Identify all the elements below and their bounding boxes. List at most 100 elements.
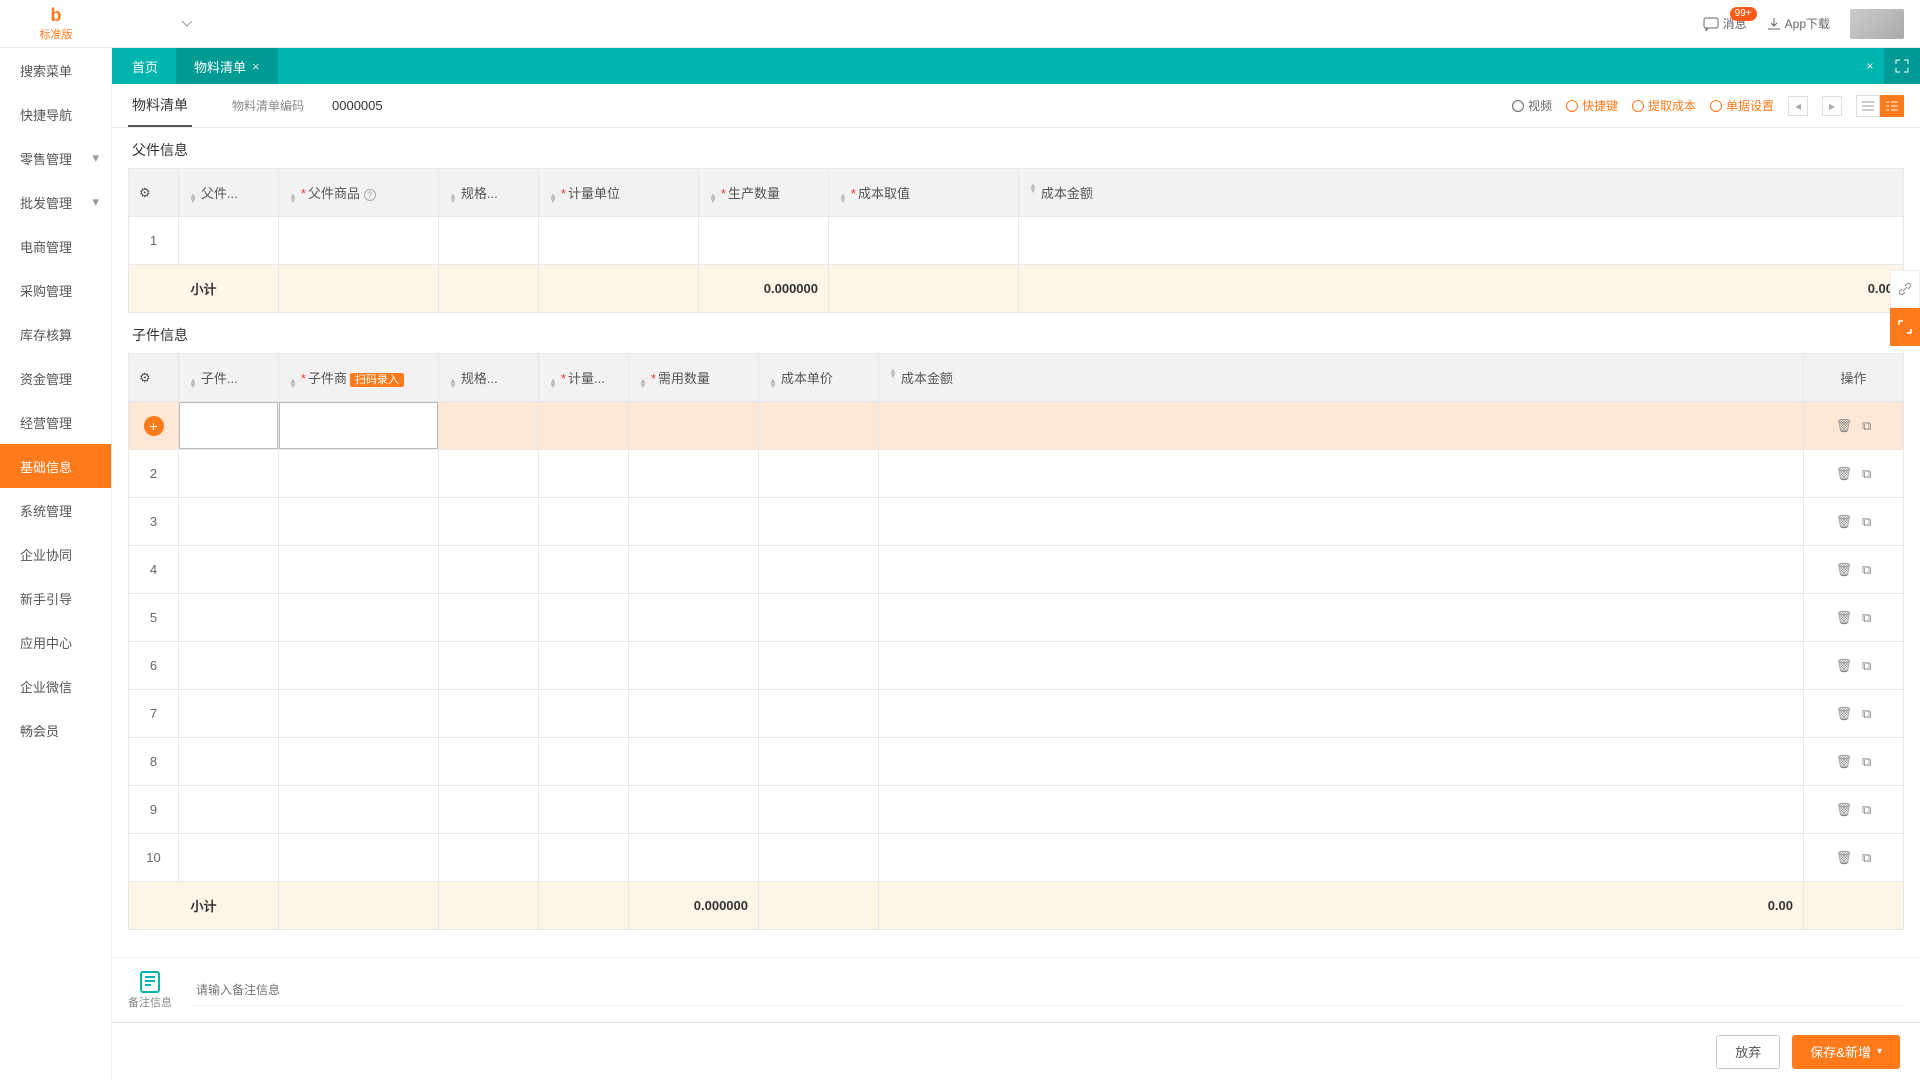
delete-row-icon[interactable]: 🗑: [1836, 850, 1853, 866]
parent-col-costsrc[interactable]: ▲▼*成本取值: [829, 169, 1019, 217]
child-row[interactable]: 6🗑⧉: [129, 642, 1904, 690]
brand-block: b 标准版: [0, 0, 112, 48]
sidebar-item-wecom[interactable]: 企业微信: [0, 664, 111, 708]
copy-row-icon[interactable]: ⧉: [1862, 802, 1871, 818]
sidebar-item-inventory[interactable]: 库存核算: [0, 312, 111, 356]
parent-row-1[interactable]: 1: [129, 217, 1904, 265]
copy-row-icon[interactable]: ⧉: [1862, 754, 1871, 770]
code-label: 物料清单编码: [232, 97, 304, 114]
parent-col-code[interactable]: ▲▼父件...: [179, 169, 279, 217]
messages-button[interactable]: 消息 99+: [1703, 15, 1747, 32]
copy-row-icon[interactable]: ⧉: [1862, 466, 1871, 482]
copy-row-icon[interactable]: ⧉: [1862, 610, 1871, 626]
sidebar-item-quicknav[interactable]: 快捷导航: [0, 92, 111, 136]
child-row[interactable]: 4🗑⧉: [129, 546, 1904, 594]
tab-home[interactable]: 首页: [114, 48, 176, 84]
sidebar-item-wholesale[interactable]: 批发管理▾: [0, 180, 111, 224]
list-icon: [1862, 101, 1874, 111]
float-expand-button[interactable]: [1890, 308, 1920, 346]
child-code-input[interactable]: [179, 402, 279, 450]
gear-icon: [1710, 100, 1722, 112]
child-row[interactable]: 2🗑⧉: [129, 450, 1904, 498]
delete-row-icon[interactable]: 🗑: [1836, 754, 1853, 770]
parent-col-costamt[interactable]: ▲▼成本金额: [1019, 169, 1904, 217]
scan-badge[interactable]: 扫码录入: [350, 373, 404, 387]
delete-row-icon[interactable]: 🗑: [1836, 562, 1853, 578]
child-col-qty[interactable]: ▲▼*需用数量: [629, 354, 759, 402]
child-row[interactable]: 3🗑⧉: [129, 498, 1904, 546]
child-row[interactable]: 5🗑⧉: [129, 594, 1904, 642]
app-download-button[interactable]: App下载: [1767, 15, 1830, 32]
next-button[interactable]: ▸: [1822, 96, 1842, 116]
fullscreen-button[interactable]: [1884, 48, 1920, 84]
view-list-button[interactable]: [1856, 95, 1880, 117]
cost-link[interactable]: 提取成本: [1632, 97, 1696, 114]
child-gear-header[interactable]: ⚙: [129, 354, 179, 402]
child-col-spec[interactable]: ▲▼规格...: [439, 354, 539, 402]
footer-bar: 放弃 保存&新增▾: [112, 1022, 1920, 1080]
prev-button[interactable]: ◂: [1788, 96, 1808, 116]
child-row[interactable]: 8🗑⧉: [129, 738, 1904, 786]
child-col-amt[interactable]: ▲▼成本金额: [879, 354, 1804, 402]
sidebar-item-member[interactable]: 畅会员: [0, 708, 111, 752]
parent-gear-header[interactable]: ⚙: [129, 169, 179, 217]
sidebar-item-funds[interactable]: 资金管理: [0, 356, 111, 400]
sidebar-item-system[interactable]: 系统管理: [0, 488, 111, 532]
org-dropdown[interactable]: [162, 21, 192, 27]
help-icon[interactable]: ?: [364, 189, 376, 201]
subtab-bom[interactable]: 物料清单: [128, 85, 192, 127]
child-col-name[interactable]: ▲▼*子件商扫码录入: [279, 354, 439, 402]
copy-row-icon[interactable]: ⧉: [1862, 658, 1871, 674]
video-link[interactable]: 视频: [1512, 97, 1552, 114]
user-avatar[interactable]: [1850, 9, 1904, 39]
tab-strip: 首页 物料清单 × ×: [0, 48, 1920, 84]
child-row[interactable]: + 🗑 ⧉: [129, 402, 1904, 450]
code-value: 0000005: [332, 98, 383, 113]
sidebar-item-search[interactable]: 搜索菜单: [0, 48, 111, 92]
parent-col-unit[interactable]: ▲▼*计量单位: [539, 169, 699, 217]
copy-row-icon[interactable]: ⧉: [1862, 418, 1871, 434]
discard-button[interactable]: 放弃: [1716, 1035, 1780, 1069]
copy-row-icon[interactable]: ⧉: [1862, 562, 1871, 578]
sidebar-item-basicinfo[interactable]: 基础信息: [0, 444, 111, 488]
delete-row-icon[interactable]: 🗑: [1836, 466, 1853, 482]
view-detail-button[interactable]: [1880, 95, 1904, 117]
copy-row-icon[interactable]: ⧉: [1862, 850, 1871, 866]
sidebar-item-operations[interactable]: 经营管理: [0, 400, 111, 444]
child-col-price[interactable]: ▲▼成本单价: [759, 354, 879, 402]
delete-row-icon[interactable]: 🗑: [1836, 658, 1853, 674]
tab-bom[interactable]: 物料清单 ×: [176, 48, 278, 84]
sidebar-item-retail[interactable]: 零售管理▾: [0, 136, 111, 180]
child-section-title: 子件信息: [128, 313, 1904, 353]
delete-row-icon[interactable]: 🗑: [1836, 514, 1853, 530]
close-tab-icon[interactable]: ×: [252, 59, 260, 74]
remark-input[interactable]: [192, 975, 1904, 1006]
parent-col-name[interactable]: ▲▼*父件商品 ?: [279, 169, 439, 217]
child-col-code[interactable]: ▲▼子件...: [179, 354, 279, 402]
copy-row-icon[interactable]: ⧉: [1862, 514, 1871, 530]
child-name-input[interactable]: [279, 402, 439, 450]
delete-row-icon[interactable]: 🗑: [1836, 610, 1853, 626]
delete-row-icon[interactable]: 🗑: [1836, 706, 1853, 722]
parent-col-spec[interactable]: ▲▼规格...: [439, 169, 539, 217]
shortcut-link[interactable]: 快捷键: [1566, 97, 1618, 114]
sidebar-item-ecom[interactable]: 电商管理: [0, 224, 111, 268]
close-pane-button[interactable]: ×: [1856, 48, 1884, 84]
parent-col-qty[interactable]: ▲▼*生产数量: [699, 169, 829, 217]
sidebar-item-guide[interactable]: 新手引导: [0, 576, 111, 620]
child-row[interactable]: 10🗑⧉: [129, 834, 1904, 882]
delete-row-icon[interactable]: 🗑: [1836, 418, 1853, 434]
child-row[interactable]: 7🗑⧉: [129, 690, 1904, 738]
child-row[interactable]: 9🗑⧉: [129, 786, 1904, 834]
child-col-unit[interactable]: ▲▼*计量...: [539, 354, 629, 402]
sidebar-item-purchase[interactable]: 采购管理: [0, 268, 111, 312]
float-link-button[interactable]: [1890, 270, 1920, 308]
copy-row-icon[interactable]: ⧉: [1862, 706, 1871, 722]
sidebar-item-appcenter[interactable]: 应用中心: [0, 620, 111, 664]
delete-row-icon[interactable]: 🗑: [1836, 802, 1853, 818]
save-and-new-button[interactable]: 保存&新增▾: [1792, 1035, 1900, 1069]
add-row-button[interactable]: +: [144, 416, 164, 436]
parent-section-title: 父件信息: [128, 128, 1904, 168]
sidebar-item-collab[interactable]: 企业协同: [0, 532, 111, 576]
docset-link[interactable]: 单据设置: [1710, 97, 1774, 114]
